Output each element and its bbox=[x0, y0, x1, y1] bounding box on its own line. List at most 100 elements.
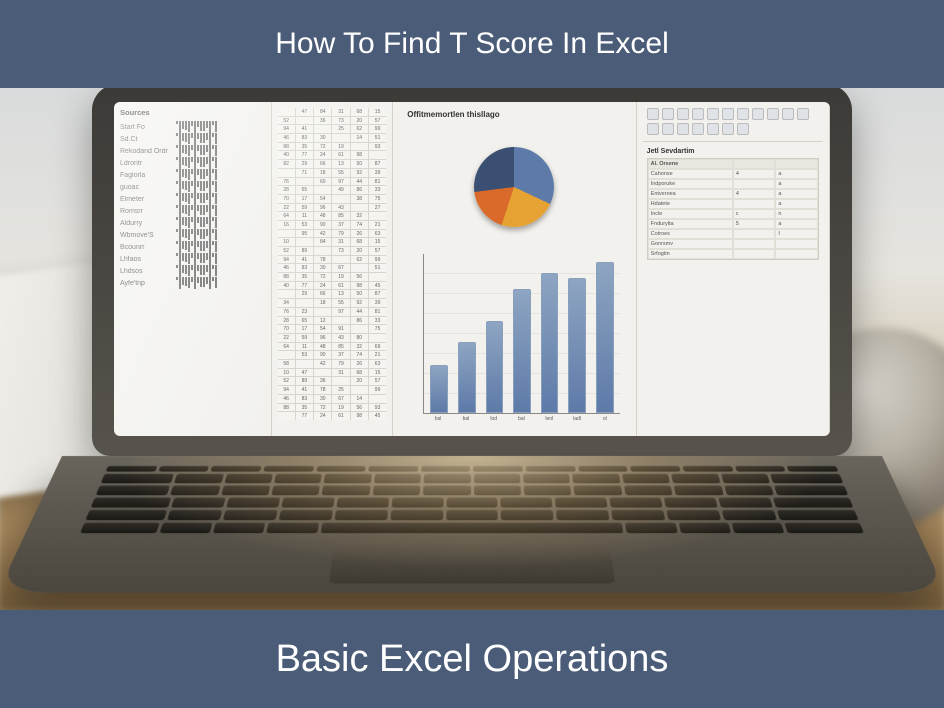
ribbon-icon bbox=[707, 108, 719, 120]
key bbox=[85, 510, 167, 520]
key bbox=[776, 510, 858, 520]
left-panel-row: Sd.Ct bbox=[120, 133, 265, 145]
bar bbox=[486, 321, 504, 413]
ribbon-icon bbox=[692, 108, 704, 120]
left-panel-row-label: Bcounrr bbox=[120, 244, 172, 251]
left-panel-row: Ldrontr bbox=[120, 157, 265, 169]
key bbox=[170, 485, 220, 495]
key bbox=[322, 485, 371, 495]
mini-table-cell: Hdatete bbox=[648, 199, 733, 209]
key bbox=[787, 466, 839, 472]
key bbox=[523, 474, 570, 484]
left-panel-row: Lhdsos bbox=[120, 265, 265, 277]
key bbox=[731, 523, 784, 534]
right-mini-table: Al. OrseneCahonse4aIndporukeaEntveroea4a… bbox=[647, 158, 819, 260]
key bbox=[720, 474, 769, 484]
mini-table-header bbox=[733, 159, 776, 169]
left-panel-row: Bcounrr bbox=[120, 241, 265, 253]
mini-table-cell: Fndurylta bbox=[648, 219, 733, 229]
mini-table-cell: a bbox=[775, 169, 818, 179]
key bbox=[324, 474, 372, 484]
key bbox=[336, 497, 389, 507]
screen-left-panel: Sources Start FoSd.CtRekodand OrdrLdront… bbox=[114, 102, 272, 436]
left-panel-row-label: Elmeter bbox=[120, 196, 172, 203]
left-panel-row: guoac bbox=[120, 181, 265, 193]
key bbox=[167, 510, 222, 520]
ribbon-icon bbox=[677, 123, 689, 135]
mini-table-cell: 5 bbox=[733, 219, 776, 229]
laptop: Sources Start FoSd.CtRekodand OrdrLdront… bbox=[92, 88, 852, 610]
left-panel-row-sparkline bbox=[176, 157, 265, 169]
bar bbox=[568, 278, 586, 413]
key bbox=[611, 510, 665, 520]
left-panel-row-label: Aldurry bbox=[120, 220, 172, 227]
mini-table-cell: c bbox=[733, 209, 776, 219]
mini-table-cell: a bbox=[775, 189, 818, 199]
laptop-screen: Sources Start FoSd.CtRekodand OrdrLdront… bbox=[114, 102, 830, 436]
bar bbox=[458, 342, 476, 414]
screen-right-panel: Jetl Sevdartim Al. OrseneCahonse4aIndpor… bbox=[637, 102, 830, 436]
keyboard-row bbox=[91, 497, 854, 507]
laptop-deck bbox=[0, 456, 944, 593]
left-panel-row-sparkline bbox=[176, 193, 265, 205]
left-panel-row: Rekodand Ordr bbox=[120, 145, 265, 157]
key bbox=[390, 510, 443, 520]
mini-table-cell: Srfogtin bbox=[648, 249, 733, 259]
key bbox=[174, 474, 223, 484]
ribbon-icons bbox=[643, 106, 823, 142]
left-panel-row-sparkline bbox=[176, 169, 265, 181]
key bbox=[526, 466, 576, 472]
ribbon-icon bbox=[722, 108, 734, 120]
key bbox=[423, 485, 470, 495]
left-panel-row-label: Ayfe'tnp bbox=[120, 280, 172, 287]
left-panel-row-label: Rekodand Ordr bbox=[120, 148, 172, 155]
key bbox=[671, 474, 720, 484]
key bbox=[368, 466, 418, 472]
left-panel-row-sparkline bbox=[176, 133, 265, 145]
key bbox=[91, 497, 172, 507]
mini-table-cell bbox=[733, 229, 776, 239]
right-mini-title: Jetl Sevdartim bbox=[647, 148, 819, 155]
mini-table-cell bbox=[733, 199, 776, 209]
screen-charts-panel: Offitmemortlen thisllago bslballodballeo… bbox=[393, 102, 636, 436]
key bbox=[666, 510, 721, 520]
mini-table-cell: 4 bbox=[733, 189, 776, 199]
ribbon-icon bbox=[782, 108, 794, 120]
key bbox=[774, 485, 848, 495]
hero-image: Sources Start FoSd.CtRekodand OrdrLdront… bbox=[0, 88, 944, 610]
bar bbox=[430, 365, 448, 413]
left-panel-row-label: Faglorla bbox=[120, 172, 172, 179]
key bbox=[223, 510, 278, 520]
left-panel-row-label: Lhfaos bbox=[120, 256, 172, 263]
key bbox=[785, 523, 864, 534]
key bbox=[609, 497, 662, 507]
left-panel-row-label: Sd.Ct bbox=[120, 136, 172, 143]
key bbox=[372, 485, 420, 495]
key bbox=[474, 474, 521, 484]
bar bbox=[513, 289, 531, 413]
key bbox=[721, 510, 776, 520]
key bbox=[501, 497, 553, 507]
left-panel-row-label: Start Fo bbox=[120, 124, 172, 131]
left-panel-row-label: Ldrontr bbox=[120, 160, 172, 167]
mini-table-cell bbox=[775, 239, 818, 249]
ribbon-icon bbox=[767, 108, 779, 120]
keyboard-row bbox=[85, 510, 858, 520]
screen-data-grid: 4784316815523673205794412562994683301451… bbox=[272, 102, 394, 436]
key bbox=[274, 474, 322, 484]
ribbon-icon bbox=[722, 123, 734, 135]
mini-table-cell: a bbox=[775, 179, 818, 189]
key bbox=[630, 466, 681, 472]
keyboard-row bbox=[80, 523, 864, 534]
key bbox=[334, 510, 387, 520]
key bbox=[446, 510, 498, 520]
key bbox=[96, 485, 170, 495]
key bbox=[106, 466, 158, 472]
ribbon-icon bbox=[707, 123, 719, 135]
ribbon-icon bbox=[752, 108, 764, 120]
bar bbox=[541, 273, 559, 413]
key bbox=[770, 474, 843, 484]
left-panel-row-sparkline bbox=[176, 145, 265, 157]
key bbox=[574, 485, 623, 495]
key bbox=[572, 474, 620, 484]
